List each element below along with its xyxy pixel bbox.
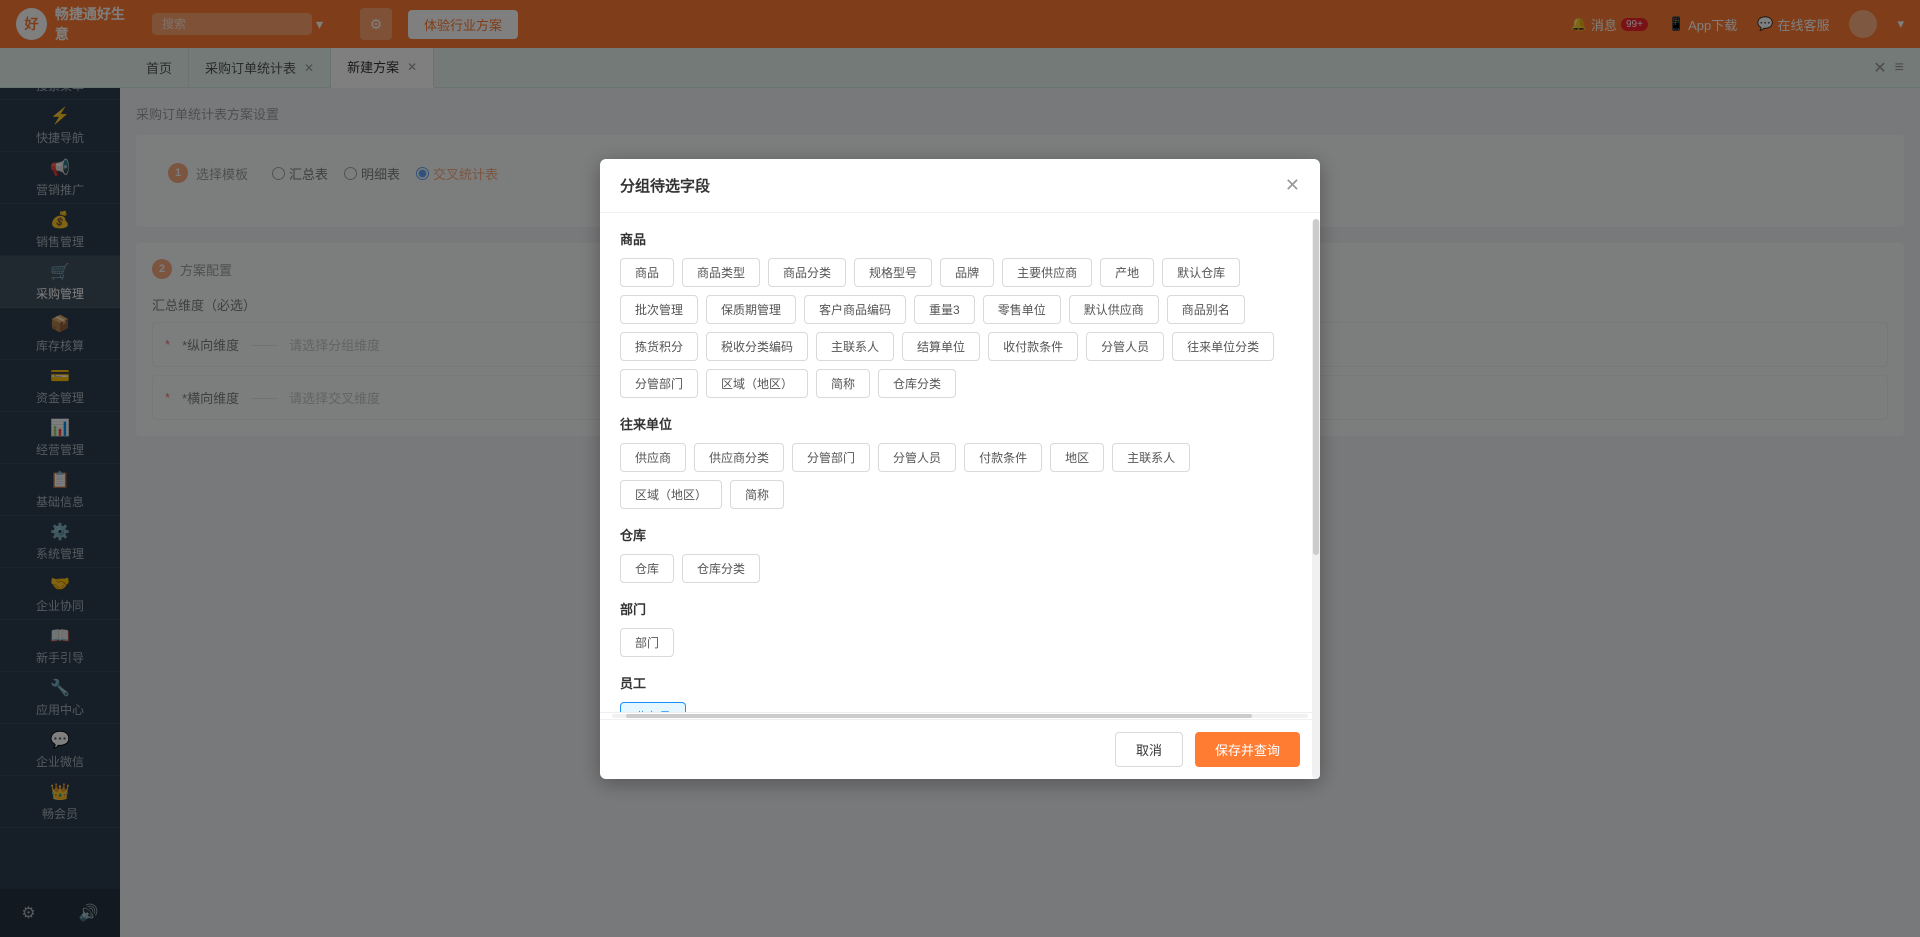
- section-title-employee: 员工: [620, 673, 1300, 692]
- field-tag[interactable]: 区域（地区）: [620, 480, 722, 509]
- field-tag[interactable]: 仓库分类: [878, 369, 956, 398]
- cancel-button[interactable]: 取消: [1115, 732, 1183, 767]
- field-tag[interactable]: 默认仓库: [1162, 258, 1240, 287]
- field-tag[interactable]: 批次管理: [620, 295, 698, 324]
- field-tag[interactable]: 付款条件: [964, 443, 1042, 472]
- field-tag[interactable]: 商品别名: [1167, 295, 1245, 324]
- modal-overlay: 分组待选字段 ✕ 商品 商品 商品类型 商品分类 规格型号 品牌 主要供应商 产…: [0, 0, 1920, 937]
- field-grid-dept: 部门: [620, 628, 1300, 657]
- section-title-warehouse: 仓库: [620, 525, 1300, 544]
- field-tag[interactable]: 重量3: [914, 295, 975, 324]
- field-tag[interactable]: 主联系人: [1112, 443, 1190, 472]
- field-tag[interactable]: 区域（地区）: [706, 369, 808, 398]
- field-tag[interactable]: 拣货积分: [620, 332, 698, 361]
- field-tag[interactable]: 分管部门: [792, 443, 870, 472]
- field-tag[interactable]: 供应商分类: [694, 443, 784, 472]
- confirm-button[interactable]: 保存并查询: [1195, 732, 1300, 767]
- field-tag[interactable]: 零售单位: [983, 295, 1061, 324]
- field-tag[interactable]: 供应商: [620, 443, 686, 472]
- field-tag[interactable]: 结算单位: [902, 332, 980, 361]
- hscroll-track: [612, 714, 1308, 718]
- field-tag[interactable]: 地区: [1050, 443, 1104, 472]
- field-tag[interactable]: 仓库: [620, 554, 674, 583]
- modal-body: 商品 商品 商品类型 商品分类 规格型号 品牌 主要供应商 产地 默认仓库 批次…: [600, 213, 1320, 713]
- field-tag[interactable]: 默认供应商: [1069, 295, 1159, 324]
- field-grid-partner: 供应商 供应商分类 分管部门 分管人员 付款条件 地区 主联系人 区域（地区） …: [620, 443, 1300, 509]
- field-tag[interactable]: 规格型号: [854, 258, 932, 287]
- section-title-goods: 商品: [620, 229, 1300, 248]
- modal-title: 分组待选字段: [620, 175, 710, 196]
- field-grid-goods: 商品 商品类型 商品分类 规格型号 品牌 主要供应商 产地 默认仓库 批次管理 …: [620, 258, 1300, 398]
- field-grid-warehouse: 仓库 仓库分类: [620, 554, 1300, 583]
- field-tag[interactable]: 收付款条件: [988, 332, 1078, 361]
- section-title-dept: 部门: [620, 599, 1300, 618]
- hscroll-thumb[interactable]: [626, 714, 1252, 718]
- scrollbar-track: [1312, 219, 1320, 779]
- field-tag[interactable]: 商品: [620, 258, 674, 287]
- horizontal-scrollbar: [600, 712, 1320, 718]
- field-tag-selected[interactable]: 业务员: [620, 702, 686, 713]
- field-tag[interactable]: 主联系人: [816, 332, 894, 361]
- section-title-partner: 往来单位: [620, 414, 1300, 433]
- field-tag[interactable]: 客户商品编码: [804, 295, 906, 324]
- field-tag[interactable]: 产地: [1100, 258, 1154, 287]
- field-tag[interactable]: 商品类型: [682, 258, 760, 287]
- modal-footer: 取消 保存并查询: [600, 719, 1320, 779]
- field-tag[interactable]: 保质期管理: [706, 295, 796, 324]
- field-tag[interactable]: 简称: [816, 369, 870, 398]
- field-tag[interactable]: 仓库分类: [682, 554, 760, 583]
- scrollbar-thumb[interactable]: [1313, 219, 1319, 555]
- modal-close-btn[interactable]: ✕: [1285, 175, 1300, 196]
- field-tag[interactable]: 税收分类编码: [706, 332, 808, 361]
- modal-header: 分组待选字段 ✕: [600, 159, 1320, 213]
- field-tag[interactable]: 分管人员: [878, 443, 956, 472]
- field-tag[interactable]: 部门: [620, 628, 674, 657]
- field-tag[interactable]: 分管人员: [1086, 332, 1164, 361]
- field-tag[interactable]: 往来单位分类: [1172, 332, 1274, 361]
- field-grid-employee: 业务员: [620, 702, 1300, 713]
- field-tag[interactable]: 分管部门: [620, 369, 698, 398]
- field-tag[interactable]: 简称: [730, 480, 784, 509]
- field-tag[interactable]: 主要供应商: [1002, 258, 1092, 287]
- modal: 分组待选字段 ✕ 商品 商品 商品类型 商品分类 规格型号 品牌 主要供应商 产…: [600, 159, 1320, 779]
- field-tag[interactable]: 品牌: [940, 258, 994, 287]
- field-tag[interactable]: 商品分类: [768, 258, 846, 287]
